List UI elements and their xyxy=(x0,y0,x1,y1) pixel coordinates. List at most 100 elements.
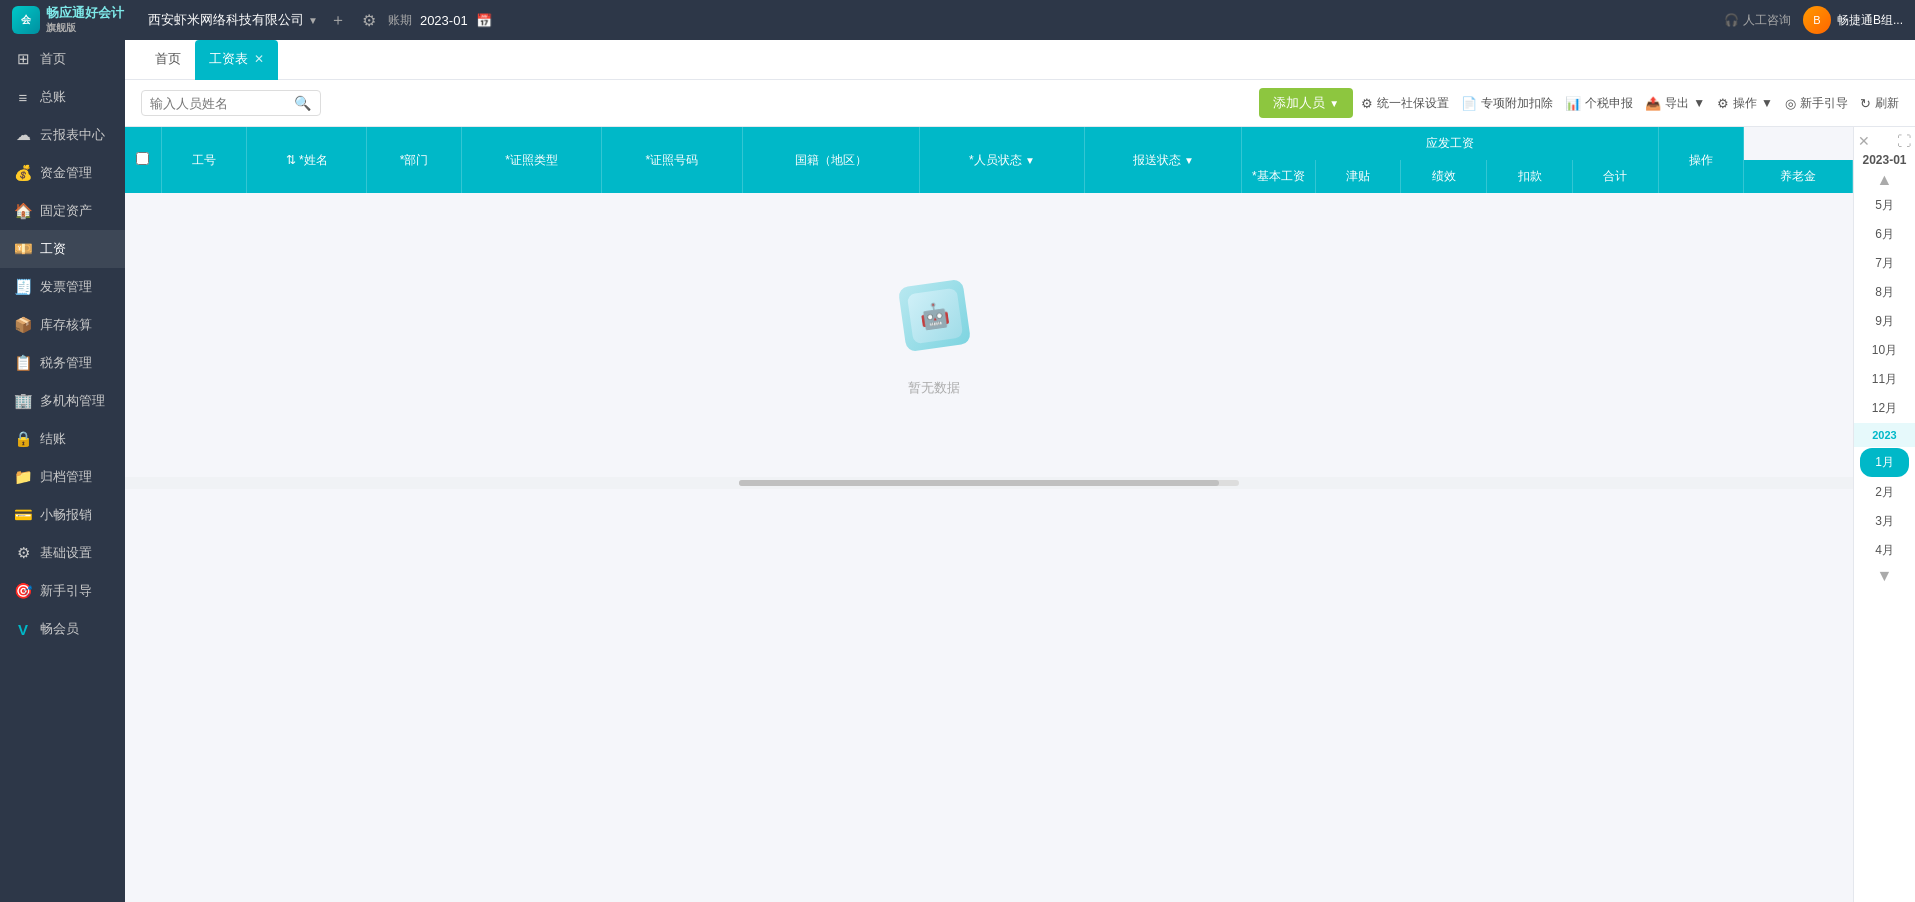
add-company-button[interactable]: ＋ xyxy=(326,8,350,33)
tab-close-icon[interactable]: ✕ xyxy=(254,52,264,66)
sidebar-item-salary[interactable]: 💴 工资 xyxy=(0,230,125,268)
col-name: ⇅ *姓名 xyxy=(247,127,367,193)
operations-chevron-icon: ▼ xyxy=(1761,96,1773,110)
content-with-panel: 工号 ⇅ *姓名 *部门 *证照类型 *证照号码 国籍（地区） *人员状态 ▼ xyxy=(125,127,1915,902)
scroll-thumb xyxy=(739,480,1219,486)
empty-state-cell: 🤖 暂无数据 xyxy=(125,193,1744,477)
sidebar-item-tax[interactable]: 📋 税务管理 xyxy=(0,344,125,382)
panel-close-button[interactable]: ✕ xyxy=(1858,133,1870,149)
table-wrap: 工号 ⇅ *姓名 *部门 *证照类型 *证照号码 国籍（地区） *人员状态 ▼ xyxy=(125,127,1853,902)
month-nav-down[interactable]: ▼ xyxy=(1877,565,1893,587)
sidebar-item-settings[interactable]: ⚙ 基础设置 xyxy=(0,534,125,572)
month-item-5[interactable]: 5月 xyxy=(1854,191,1915,220)
month-item-12[interactable]: 12月 xyxy=(1854,394,1915,423)
archive-icon: 📁 xyxy=(14,468,32,486)
refresh-icon: ↻ xyxy=(1860,96,1871,111)
status-filter-icon[interactable]: ▼ xyxy=(1025,155,1035,166)
month-item-9[interactable]: 9月 xyxy=(1854,307,1915,336)
month-item-3[interactable]: 3月 xyxy=(1854,507,1915,536)
month-nav-up[interactable]: ▲ xyxy=(1877,169,1893,191)
main-layout: ⊞ 首页 ≡ 总账 ☁ 云报表中心 💰 资金管理 🏠 固定资产 💴 工资 🧾 发… xyxy=(0,40,1915,902)
period-value[interactable]: 2023-01 xyxy=(420,13,468,28)
home-icon: ⊞ xyxy=(14,50,32,68)
special-deduction-icon: 📄 xyxy=(1461,96,1477,111)
guide-icon: 🎯 xyxy=(14,582,32,600)
app-name: 畅应通好会计 xyxy=(46,5,124,21)
sidebar-item-label: 基础设置 xyxy=(40,544,92,562)
month-item-1-active[interactable]: 1月 xyxy=(1860,448,1909,477)
sidebar-item-guide[interactable]: 🎯 新手引导 xyxy=(0,572,125,610)
refresh-button[interactable]: ↻ 刷新 xyxy=(1860,95,1899,112)
top-bar: 会 畅应通好会计 旗舰版 西安虾米网络科技有限公司 ▼ ＋ ⚙ 账期 2023-… xyxy=(0,0,1915,40)
headset-icon: 🎧 xyxy=(1724,13,1739,27)
sidebar-item-label: 小畅报销 xyxy=(40,506,92,524)
sidebar-item-invoice[interactable]: 🧾 发票管理 xyxy=(0,268,125,306)
calendar-icon[interactable]: 📅 xyxy=(476,13,492,28)
social-settings-label: 统一社保设置 xyxy=(1377,95,1449,112)
sidebar-item-expense[interactable]: 💳 小畅报销 xyxy=(0,496,125,534)
sidebar-item-inventory[interactable]: 📦 库存核算 xyxy=(0,306,125,344)
scroll-bar[interactable] xyxy=(125,477,1853,489)
special-deduction-button[interactable]: 📄 专项附加扣除 xyxy=(1461,95,1553,112)
sidebar-item-label: 首页 xyxy=(40,50,66,68)
social-settings-button[interactable]: ⚙ 统一社保设置 xyxy=(1361,95,1449,112)
company-settings-icon[interactable]: ⚙ xyxy=(358,9,380,32)
toolbar-actions: ⚙ 统一社保设置 📄 专项附加扣除 📊 个税申报 📤 导出 ▼ ⚙ xyxy=(1361,95,1899,112)
sidebar-item-archive[interactable]: 📁 归档管理 xyxy=(0,458,125,496)
fixed-assets-icon: 🏠 xyxy=(14,202,32,220)
sidebar-item-fund[interactable]: 💰 资金管理 xyxy=(0,154,125,192)
logo-icon: 会 xyxy=(12,6,40,34)
sidebar-item-label: 畅会员 xyxy=(40,620,79,638)
new-guide-button[interactable]: ◎ 新手引导 xyxy=(1785,95,1848,112)
tab-salary-label: 工资表 xyxy=(209,50,248,68)
sidebar-item-ledger[interactable]: ≡ 总账 xyxy=(0,78,125,116)
col-total: 合计 xyxy=(1572,160,1658,193)
month-item-4[interactable]: 4月 xyxy=(1854,536,1915,565)
search-box: 🔍 xyxy=(141,90,321,116)
special-deduction-label: 专项附加扣除 xyxy=(1481,95,1553,112)
sidebar-item-home[interactable]: ⊞ 首页 xyxy=(0,40,125,78)
month-item-11[interactable]: 11月 xyxy=(1854,365,1915,394)
sidebar-item-member[interactable]: V 畅会员 xyxy=(0,610,125,648)
month-item-2[interactable]: 2月 xyxy=(1854,478,1915,507)
sidebar-item-close-period[interactable]: 🔒 结账 xyxy=(0,420,125,458)
support-label: 人工咨询 xyxy=(1743,12,1791,29)
company-chevron-icon: ▼ xyxy=(308,15,318,26)
col-deduction: 扣款 xyxy=(1487,160,1573,193)
user-info[interactable]: B 畅捷通B组... xyxy=(1803,6,1903,34)
month-item-8[interactable]: 8月 xyxy=(1854,278,1915,307)
operations-button[interactable]: ⚙ 操作 ▼ xyxy=(1717,95,1773,112)
sidebar-item-label: 税务管理 xyxy=(40,354,92,372)
period-label: 账期 xyxy=(388,12,412,29)
tab-salary-table[interactable]: 工资表 ✕ xyxy=(195,40,278,80)
select-all-checkbox[interactable] xyxy=(136,152,149,165)
support-button[interactable]: 🎧 人工咨询 xyxy=(1724,12,1791,29)
col-allowance: 津贴 xyxy=(1315,160,1401,193)
export-button[interactable]: 📤 导出 ▼ xyxy=(1645,95,1705,112)
panel-expand-button[interactable]: ⛶ xyxy=(1897,133,1911,149)
report-status-filter-icon[interactable]: ▼ xyxy=(1184,155,1194,166)
month-item-10[interactable]: 10月 xyxy=(1854,336,1915,365)
sidebar: ⊞ 首页 ≡ 总账 ☁ 云报表中心 💰 资金管理 🏠 固定资产 💴 工资 🧾 发… xyxy=(0,40,125,902)
invoice-icon: 🧾 xyxy=(14,278,32,296)
sidebar-item-multi-org[interactable]: 🏢 多机构管理 xyxy=(0,382,125,420)
sidebar-item-label: 结账 xyxy=(40,430,66,448)
sidebar-item-fixed-assets[interactable]: 🏠 固定资产 xyxy=(0,192,125,230)
toolbar: 🔍 添加人员 ▼ ⚙ 统一社保设置 📄 专项附加扣除 📊 个税申报 xyxy=(125,80,1915,127)
company-selector[interactable]: 西安虾米网络科技有限公司 ▼ xyxy=(148,11,318,29)
col-salary-group: 应发工资 xyxy=(1242,127,1659,160)
sidebar-item-label: 云报表中心 xyxy=(40,126,105,144)
search-input[interactable] xyxy=(150,96,290,111)
personal-tax-label: 个税申报 xyxy=(1585,95,1633,112)
sidebar-item-label: 发票管理 xyxy=(40,278,92,296)
ledger-icon: ≡ xyxy=(14,89,32,106)
personal-tax-button[interactable]: 📊 个税申报 xyxy=(1565,95,1633,112)
tab-home[interactable]: 首页 xyxy=(141,40,195,80)
col-base-salary: *基本工资 xyxy=(1242,160,1316,193)
year-2023-label: 2023 xyxy=(1854,423,1915,447)
add-person-button[interactable]: 添加人员 ▼ xyxy=(1259,88,1353,118)
sidebar-item-cloud-report[interactable]: ☁ 云报表中心 xyxy=(0,116,125,154)
sidebar-item-label: 工资 xyxy=(40,240,66,258)
month-item-7[interactable]: 7月 xyxy=(1854,249,1915,278)
month-item-6[interactable]: 6月 xyxy=(1854,220,1915,249)
